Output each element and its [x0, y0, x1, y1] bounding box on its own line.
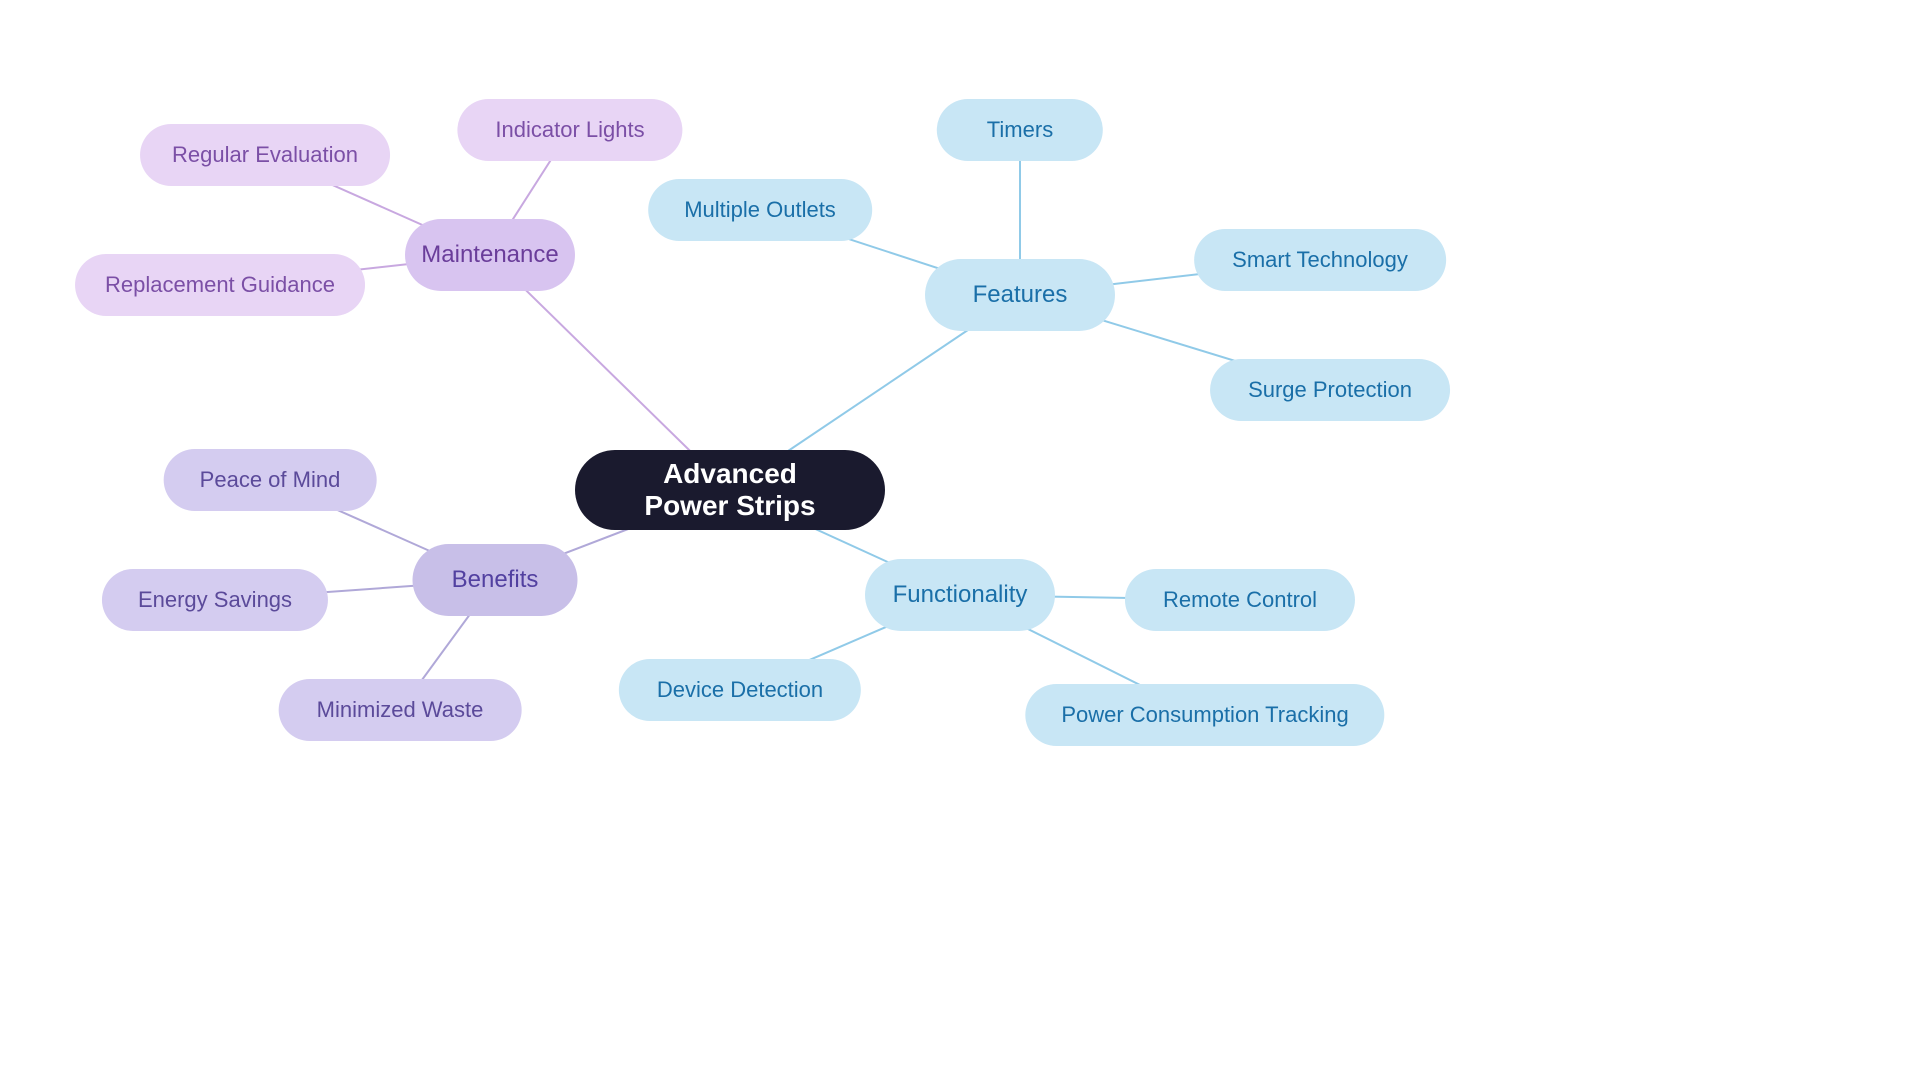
device-detection-node: Device Detection	[619, 659, 861, 721]
multiple-outlets-node: Multiple Outlets	[648, 179, 872, 241]
timers-label: Timers	[987, 117, 1053, 143]
energy-savings-node: Energy Savings	[102, 569, 328, 631]
minimized-waste-node: Minimized Waste	[279, 679, 522, 741]
multiple-outlets-label: Multiple Outlets	[684, 197, 836, 223]
device-detection-label: Device Detection	[657, 677, 823, 703]
timers-node: Timers	[937, 99, 1103, 161]
functionality-label: Functionality	[893, 581, 1028, 609]
remote-control-label: Remote Control	[1163, 587, 1317, 613]
replacement-guidance-node: Replacement Guidance	[75, 254, 365, 316]
peace-of-mind-label: Peace of Mind	[200, 467, 341, 493]
features-label: Features	[973, 281, 1068, 309]
center-label: Advanced Power Strips	[627, 458, 833, 522]
replacement-guidance-label: Replacement Guidance	[105, 272, 335, 298]
maintenance-node: Maintenance	[405, 219, 575, 291]
center-node: Advanced Power Strips	[575, 450, 885, 530]
functionality-node: Functionality	[865, 559, 1055, 631]
indicator-lights-node: Indicator Lights	[457, 99, 682, 161]
smart-technology-label: Smart Technology	[1232, 247, 1408, 273]
benefits-node: Benefits	[413, 544, 578, 616]
indicator-lights-label: Indicator Lights	[495, 117, 644, 143]
regular-evaluation-label: Regular Evaluation	[172, 142, 358, 168]
regular-evaluation-node: Regular Evaluation	[140, 124, 390, 186]
minimized-waste-label: Minimized Waste	[317, 697, 484, 723]
smart-technology-node: Smart Technology	[1194, 229, 1446, 291]
surge-protection-label: Surge Protection	[1248, 377, 1412, 403]
peace-of-mind-node: Peace of Mind	[164, 449, 377, 511]
remote-control-node: Remote Control	[1125, 569, 1355, 631]
benefits-label: Benefits	[452, 566, 539, 594]
maintenance-label: Maintenance	[421, 241, 558, 269]
features-node: Features	[925, 259, 1115, 331]
power-consumption-node: Power Consumption Tracking	[1025, 684, 1384, 746]
surge-protection-node: Surge Protection	[1210, 359, 1450, 421]
power-consumption-label: Power Consumption Tracking	[1061, 702, 1348, 728]
mindmap-container: Advanced Power Strips Features Multiple …	[0, 0, 1920, 1083]
energy-savings-label: Energy Savings	[138, 587, 292, 613]
